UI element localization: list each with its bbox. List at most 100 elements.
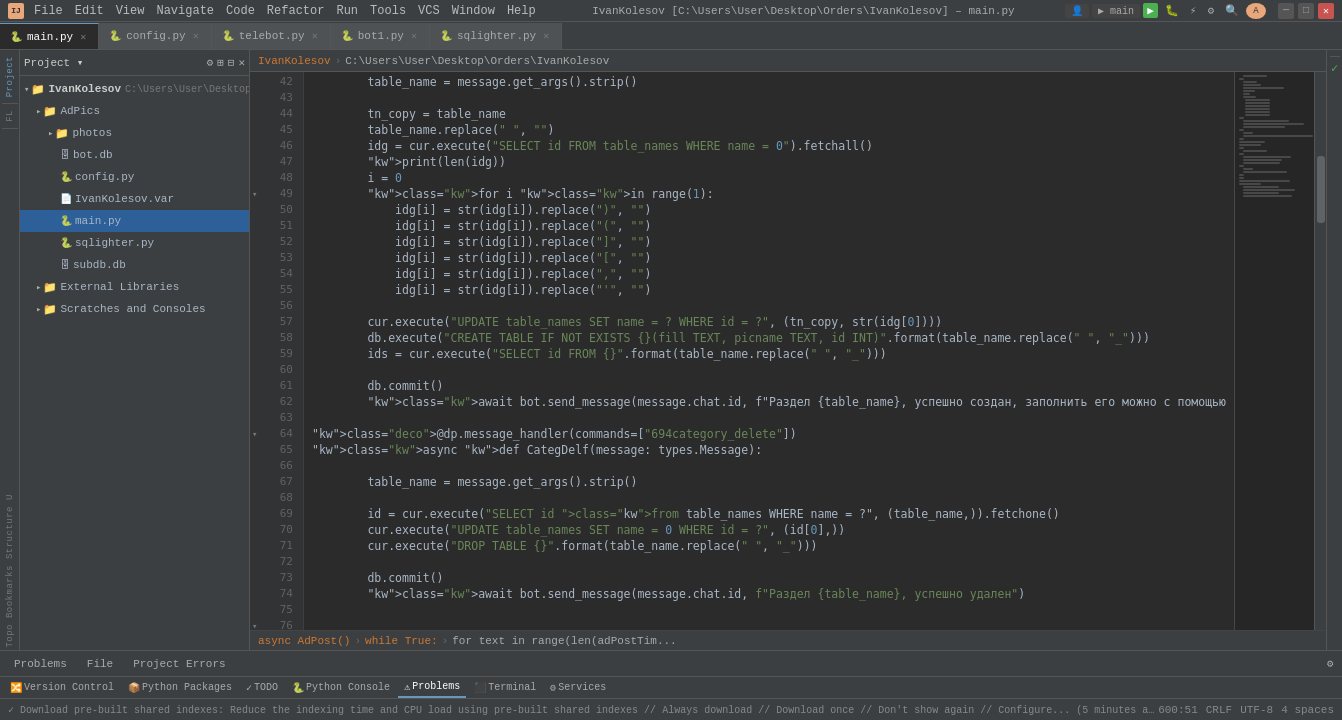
code-line-66 [312, 458, 1234, 474]
tree-header-title: Project ▾ [24, 56, 83, 69]
tab-sqlighter-py[interactable]: 🐍 sqlighter.py ✕ [430, 23, 562, 49]
minimize-button[interactable]: ─ [1278, 3, 1294, 19]
sidebar-fl-label[interactable]: FL [4, 108, 16, 124]
line-num-76[interactable]: ▾76 [250, 618, 297, 630]
tree-icon-expand[interactable]: ⊞ [217, 56, 224, 69]
vc-check-icon[interactable]: ✓ [1331, 61, 1338, 76]
sidebar-notifications-label[interactable]: U [4, 492, 16, 502]
bottom-tool-services[interactable]: ⚙ Services [544, 678, 612, 698]
app-logo: IJ [8, 3, 24, 19]
user-menu[interactable]: 👤 [1065, 4, 1089, 18]
menu-run[interactable]: Run [330, 2, 364, 20]
menu-help[interactable]: Help [501, 2, 542, 20]
avatar[interactable]: A [1246, 3, 1266, 19]
breadcrumb-path: C:\Users\User\Desktop\Orders\IvanKolesov [345, 55, 609, 67]
code-line-60 [312, 362, 1234, 378]
tab-main-py[interactable]: 🐍 main.py ✕ [0, 23, 99, 49]
search-button[interactable]: 🔍 [1221, 3, 1243, 18]
code-content[interactable]: table_name = message.get_args().strip() … [304, 72, 1234, 630]
tree-icon-gear[interactable]: ⚙ [207, 56, 214, 69]
status-position[interactable]: 600:51 [1158, 704, 1198, 716]
menu-navigate[interactable]: Navigate [150, 2, 220, 20]
bottom-tool-vc[interactable]: 🔀 Version Control [4, 678, 120, 698]
sidebar-bookmarks-label[interactable]: Bookmarks [4, 563, 16, 620]
line-num-64[interactable]: ▾64 [250, 426, 297, 442]
bottom-tool-terminal[interactable]: ⬛ Terminal [468, 678, 542, 698]
fold-arrow-49[interactable]: ▾ [252, 186, 257, 202]
tab-telebot-close[interactable]: ✕ [310, 29, 320, 43]
tree-item-sqlighterpy[interactable]: 🐍 sqlighter.py [20, 232, 249, 254]
minimap-line-49 [1243, 96, 1256, 98]
menu-view[interactable]: View [110, 2, 151, 20]
menu-tools[interactable]: Tools [364, 2, 412, 20]
maximize-button[interactable]: □ [1298, 3, 1314, 19]
code-line-50: idg[i] = str(idg[i]).replace(")", "") [312, 202, 1234, 218]
bottom-tab-problems[interactable]: Problems [4, 652, 77, 676]
settings-button[interactable]: ⚙ [1203, 3, 1218, 18]
menu-refactor[interactable]: Refactor [261, 2, 331, 20]
problems-label: Problems [412, 681, 460, 692]
tree-item-mainpy[interactable]: 🐍 main.py [20, 210, 249, 232]
status-charset[interactable]: UTF-8 [1240, 704, 1273, 716]
tree-item-scratches[interactable]: ▸ 📁 Scratches and Consoles [20, 298, 249, 320]
bottom-tool-pyconsole[interactable]: 🐍 Python Console [286, 678, 396, 698]
sidebar-structure-label[interactable]: Structure [4, 504, 16, 561]
tree-item-botdb[interactable]: 🗄 bot.db [20, 144, 249, 166]
bottom-settings-icon[interactable]: ⚙ [1322, 656, 1338, 672]
bottom-tab-project-errors[interactable]: Project Errors [123, 652, 235, 676]
tab-config-close[interactable]: ✕ [191, 29, 201, 43]
tree-subdbdb-label: subdb.db [73, 259, 126, 271]
line-num-60: 60 [250, 362, 297, 378]
tree-item-configpy[interactable]: 🐍 config.py [20, 166, 249, 188]
line-num-49[interactable]: ▾49 [250, 186, 297, 202]
debug-button[interactable]: 🐛 [1161, 3, 1183, 18]
menu-code[interactable]: Code [220, 2, 261, 20]
tree-item-ivankolesovvar[interactable]: 📄 IvanKolesov.var [20, 188, 249, 210]
tab-bot1-close[interactable]: ✕ [409, 29, 419, 43]
menu-window[interactable]: Window [446, 2, 501, 20]
tab-sqlighter-close[interactable]: ✕ [541, 29, 551, 43]
tree-mainpy-label: main.py [75, 215, 121, 227]
status-crlf[interactable]: CRLF [1206, 704, 1232, 716]
tree-icon-close[interactable]: ✕ [238, 56, 245, 69]
tab-main-close[interactable]: ✕ [78, 30, 88, 44]
tree-item-photos[interactable]: ▸ 📁 photos [20, 122, 249, 144]
bottom-tool-problems[interactable]: ⚠ Problems [398, 678, 466, 698]
scrollbar-thumb[interactable] [1317, 156, 1325, 223]
run-button[interactable]: ▶ [1143, 3, 1158, 18]
tree-icon-collapse[interactable]: ⊟ [228, 56, 235, 69]
fold-arrow-64[interactable]: ▾ [252, 426, 257, 442]
tab-bot1-py[interactable]: 🐍 bot1.py ✕ [331, 23, 430, 49]
fold-arrow-76[interactable]: ▾ [252, 618, 257, 630]
code-bc-item2[interactable]: while True: [365, 635, 438, 647]
code-line-45: table_name.replace(" ", "") [312, 122, 1234, 138]
menu-file[interactable]: File [28, 2, 69, 20]
tree-item-adpics[interactable]: ▸ 📁 AdPics [20, 100, 249, 122]
sidebar-topo-label[interactable]: Topo [4, 622, 16, 650]
scrollbar[interactable] [1314, 72, 1326, 630]
menu-edit[interactable]: Edit [69, 2, 110, 20]
bottom-tool-packages[interactable]: 📦 Python Packages [122, 678, 238, 698]
profile-button[interactable]: ⚡ [1186, 3, 1201, 18]
code-line-56 [312, 298, 1234, 314]
sidebar-project-label[interactable]: Project [4, 54, 16, 99]
tab-telebot-py[interactable]: 🐍 telebot.py ✕ [212, 23, 331, 49]
tree-item-subdbdb[interactable]: 🗄 subdb.db [20, 254, 249, 276]
tree-root[interactable]: ▾ 📁 IvanKolesov C:\Users\User\Desktop\Or… [20, 78, 249, 100]
code-bc-item3[interactable]: for text in range(len(adPostTim... [452, 635, 676, 647]
project-tree: Project ▾ ⚙ ⊞ ⊟ ✕ ▾ 📁 IvanKolesov C:\Use… [20, 50, 250, 650]
tab-config-py[interactable]: 🐍 config.py ✕ [99, 23, 211, 49]
breadcrumb-root[interactable]: IvanKolesov [258, 55, 331, 67]
bottom-tool-todo[interactable]: ✓ TODO [240, 678, 284, 698]
bottom-tab-file[interactable]: File [77, 652, 123, 676]
tab-config-label: config.py [126, 30, 185, 42]
code-line-43 [312, 90, 1234, 106]
menu-vcs[interactable]: VCS [412, 2, 446, 20]
code-bc-item1[interactable]: async AdPost() [258, 635, 350, 647]
code-line-67: table_name = message.get_args().strip() [312, 474, 1234, 490]
close-button[interactable]: ✕ [1318, 3, 1334, 19]
tree-item-extlibs[interactable]: ▸ 📁 External Libraries [20, 276, 249, 298]
status-indent[interactable]: 4 spaces [1281, 704, 1334, 716]
packages-icon: 📦 [128, 682, 140, 694]
run-config[interactable]: ▶ main [1092, 4, 1140, 18]
